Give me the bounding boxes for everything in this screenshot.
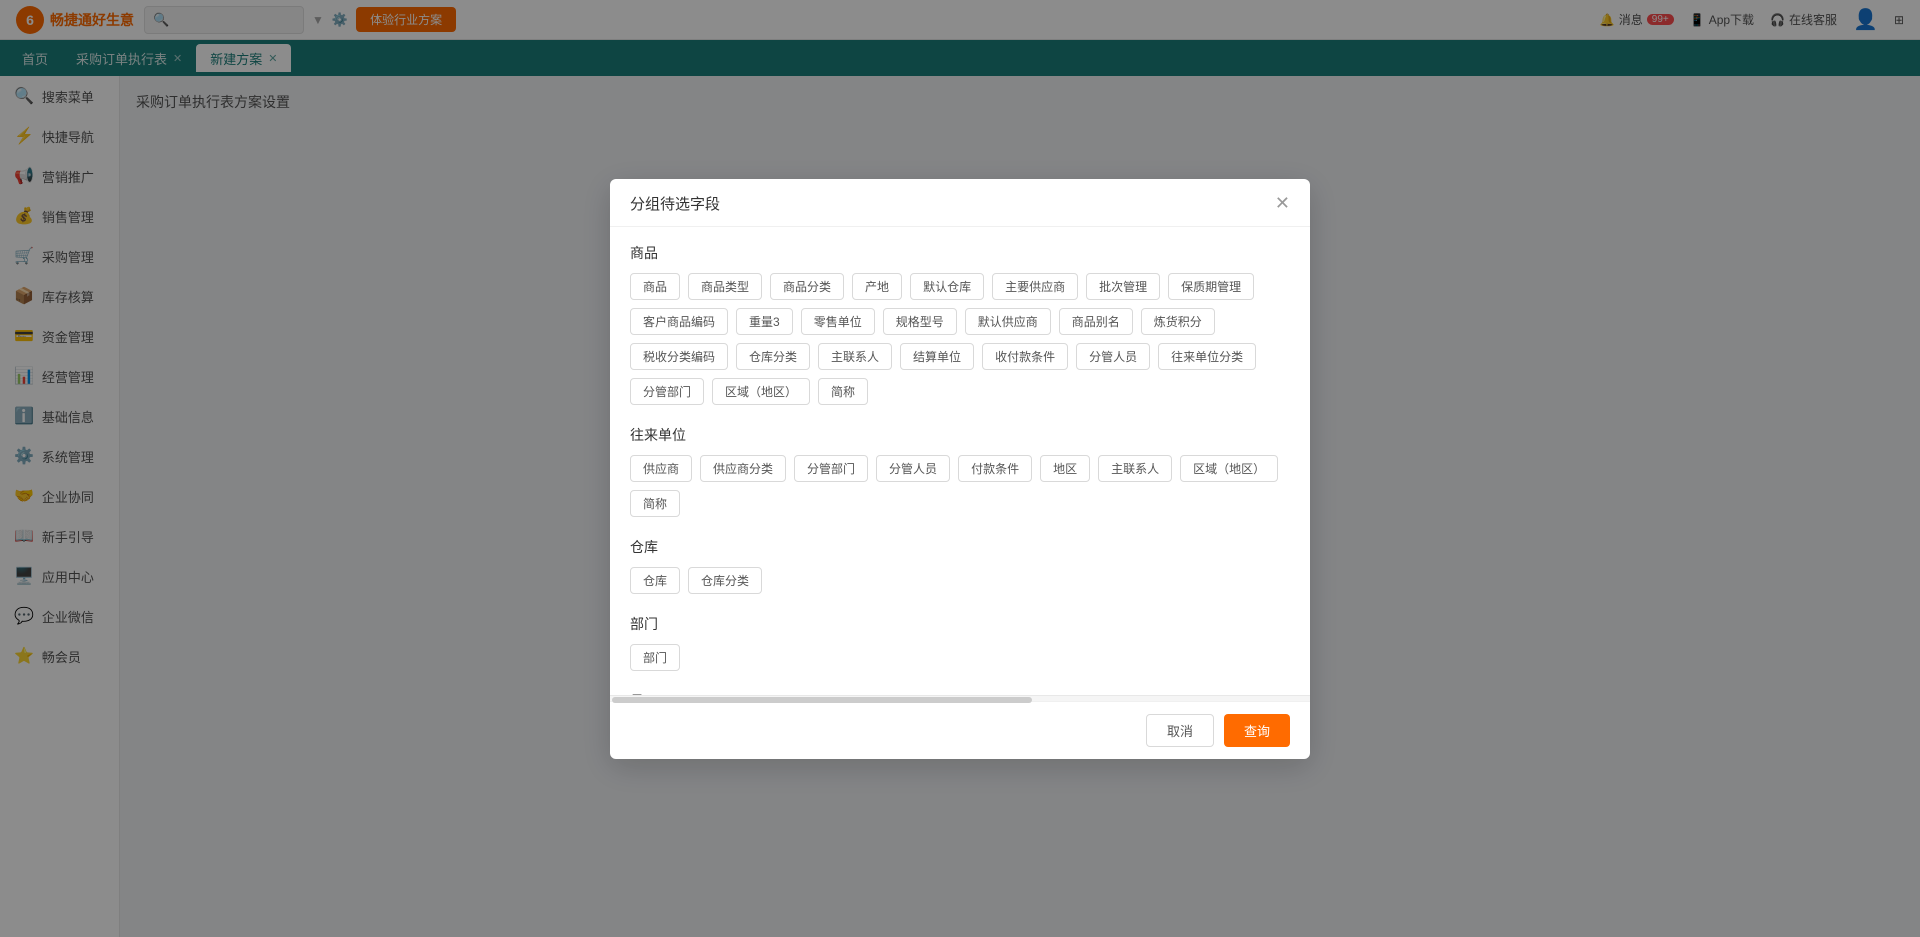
field-tag[interactable]: 商品别名: [1059, 308, 1133, 335]
cancel-button[interactable]: 取消: [1146, 714, 1214, 747]
field-tag[interactable]: 分管人员: [1076, 343, 1150, 370]
horizontal-scrollbar[interactable]: [610, 695, 1310, 701]
field-tag[interactable]: 仓库: [630, 567, 680, 594]
section-partner: 往来单位 供应商 供应商分类 分管部门 分管人员 付款条件 地区 主联系人 区域…: [630, 425, 1290, 517]
dialog-overlay: 分组待选字段 ✕ 商品 商品 商品类型 商品分类 产地 默认仓库 主要供应商 批…: [0, 0, 1920, 937]
field-tag[interactable]: 批次管理: [1086, 273, 1160, 300]
section-warehouse: 仓库 仓库 仓库分类: [630, 537, 1290, 594]
field-tag[interactable]: 区域（地区）: [712, 378, 810, 405]
field-tag[interactable]: 重量3: [736, 308, 793, 335]
field-tag[interactable]: 炼货积分: [1141, 308, 1215, 335]
field-tag[interactable]: 结算单位: [900, 343, 974, 370]
field-tag[interactable]: 区域（地区）: [1180, 455, 1278, 482]
section-product: 商品 商品 商品类型 商品分类 产地 默认仓库 主要供应商 批次管理 保质期管理…: [630, 243, 1290, 405]
field-tag[interactable]: 简称: [818, 378, 868, 405]
section-department-tags: 部门: [630, 644, 1290, 671]
field-tag[interactable]: 地区: [1040, 455, 1090, 482]
field-tag[interactable]: 分管人员: [876, 455, 950, 482]
field-tag[interactable]: 保质期管理: [1168, 273, 1254, 300]
section-product-tags: 商品 商品类型 商品分类 产地 默认仓库 主要供应商 批次管理 保质期管理 客户…: [630, 273, 1290, 405]
section-partner-title: 往来单位: [630, 425, 1290, 445]
field-tag[interactable]: 部门: [630, 644, 680, 671]
section-warehouse-title: 仓库: [630, 537, 1290, 557]
field-tag[interactable]: 仓库分类: [736, 343, 810, 370]
field-tag[interactable]: 供应商: [630, 455, 692, 482]
section-product-title: 商品: [630, 243, 1290, 263]
field-tag[interactable]: 仓库分类: [688, 567, 762, 594]
section-department-title: 部门: [630, 614, 1290, 634]
dialog-close-button[interactable]: ✕: [1275, 193, 1290, 214]
field-tag[interactable]: 规格型号: [883, 308, 957, 335]
section-warehouse-tags: 仓库 仓库分类: [630, 567, 1290, 594]
field-tag[interactable]: 默认供应商: [965, 308, 1051, 335]
field-tag[interactable]: 默认仓库: [910, 273, 984, 300]
field-tag[interactable]: 商品分类: [770, 273, 844, 300]
scrollbar-thumb: [612, 697, 1032, 703]
dialog-body: 商品 商品 商品类型 商品分类 产地 默认仓库 主要供应商 批次管理 保质期管理…: [610, 227, 1310, 695]
section-department: 部门 部门: [630, 614, 1290, 671]
dialog-header: 分组待选字段 ✕: [610, 179, 1310, 227]
field-tag[interactable]: 客户商品编码: [630, 308, 728, 335]
field-tag[interactable]: 简称: [630, 490, 680, 517]
field-tag[interactable]: 商品: [630, 273, 680, 300]
section-partner-tags: 供应商 供应商分类 分管部门 分管人员 付款条件 地区 主联系人 区域（地区） …: [630, 455, 1290, 517]
field-tag[interactable]: 供应商分类: [700, 455, 786, 482]
dialog-title: 分组待选字段: [630, 193, 720, 214]
field-tag[interactable]: 产地: [852, 273, 902, 300]
field-tag[interactable]: 主要供应商: [992, 273, 1078, 300]
field-tag[interactable]: 税收分类编码: [630, 343, 728, 370]
field-tag[interactable]: 商品类型: [688, 273, 762, 300]
dialog-footer: 取消 查询: [610, 701, 1310, 759]
field-selection-dialog: 分组待选字段 ✕ 商品 商品 商品类型 商品分类 产地 默认仓库 主要供应商 批…: [610, 179, 1310, 759]
field-tag[interactable]: 往来单位分类: [1158, 343, 1256, 370]
confirm-button[interactable]: 查询: [1224, 714, 1290, 747]
field-tag[interactable]: 分管部门: [630, 378, 704, 405]
field-tag[interactable]: 主联系人: [1098, 455, 1172, 482]
field-tag[interactable]: 收付款条件: [982, 343, 1068, 370]
field-tag[interactable]: 主联系人: [818, 343, 892, 370]
field-tag[interactable]: 付款条件: [958, 455, 1032, 482]
field-tag[interactable]: 零售单位: [801, 308, 875, 335]
field-tag[interactable]: 分管部门: [794, 455, 868, 482]
